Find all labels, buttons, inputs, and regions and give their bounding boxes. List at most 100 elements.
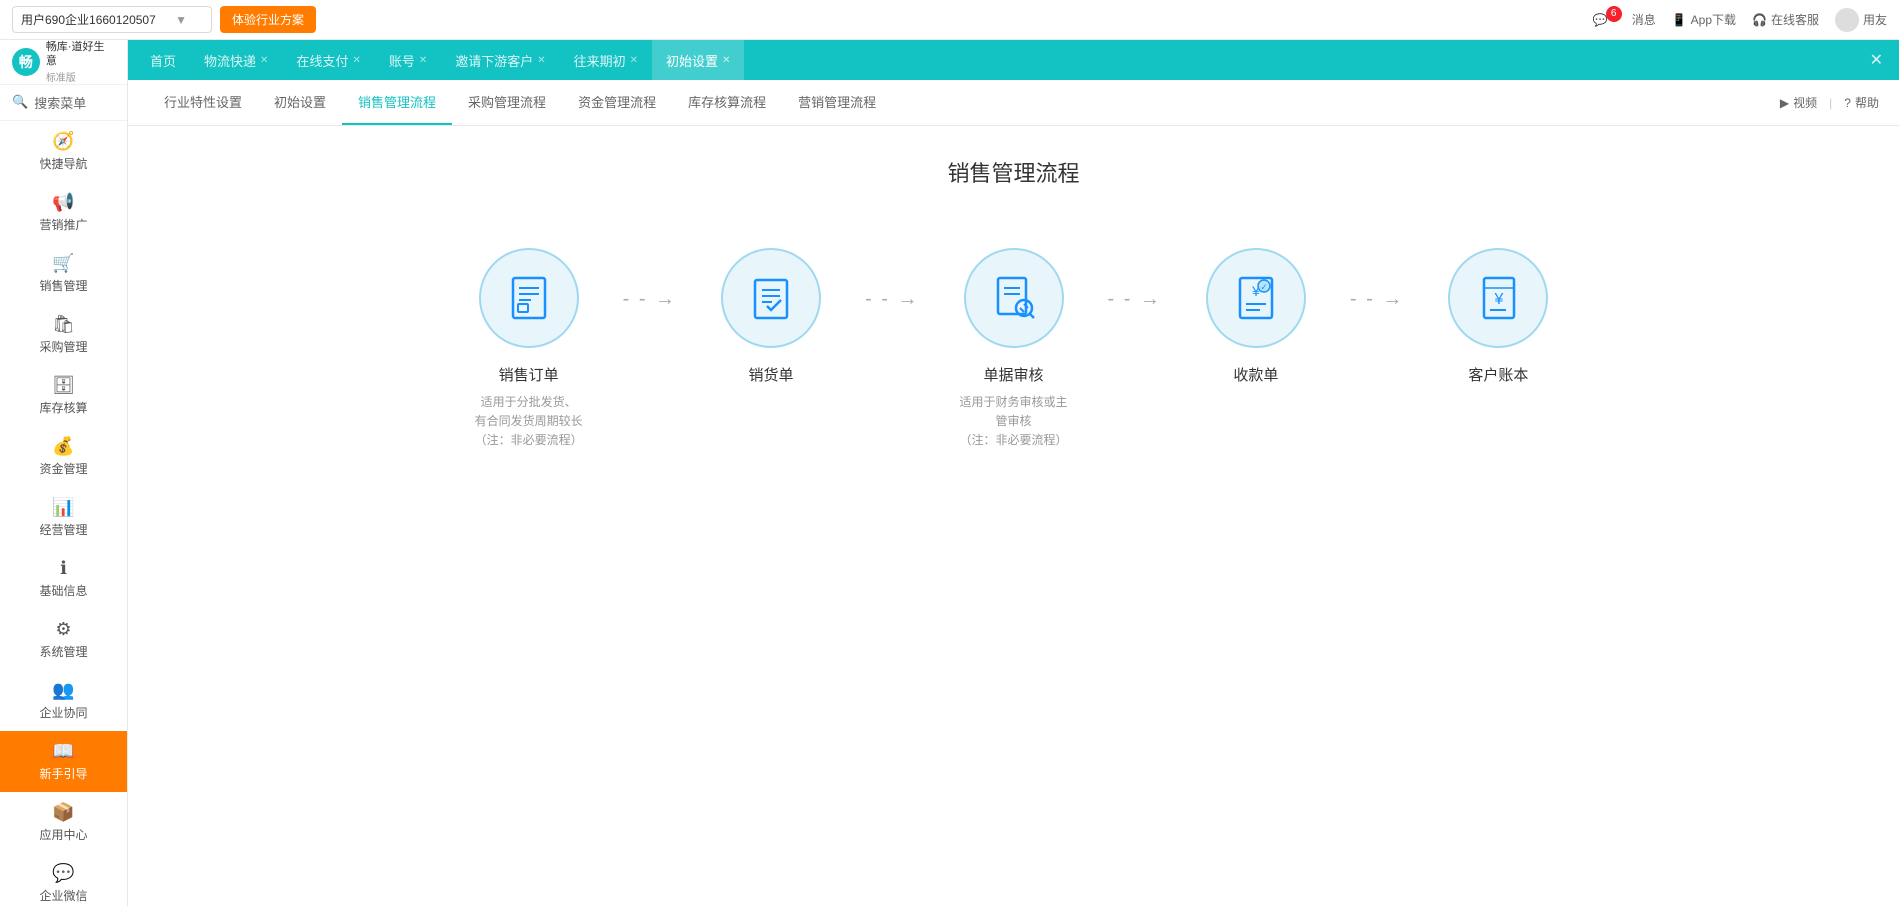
flow-area: 销售管理流程 销售订单 适用于分批发货、有合同发货周期较长（注：非必要流程） -… <box>128 126 1899 481</box>
sidebar-item-资金管理[interactable]: 💰 资金管理 <box>0 426 127 487</box>
sidebar-item-销售管理[interactable]: 🛒 销售管理 <box>0 243 127 304</box>
nav-tabs: 首页物流快递✕在线支付✕账号✕邀请下游客户✕往来期初✕初始设置✕ ✕ <box>128 40 1899 80</box>
close-tab-icon[interactable]: ✕ <box>260 55 268 66</box>
sidebar-nav: 🧭 快捷导航 📢 营销推广 🛒 销售管理 🛍 采购管理 🗄 库存核算 💰 资金管… <box>0 121 127 906</box>
team-icon: 👥 <box>52 680 74 701</box>
avatar <box>1835 8 1859 32</box>
sub-tab-初始设置[interactable]: 初始设置 <box>258 80 342 125</box>
apps-icon: 📦 <box>52 802 74 823</box>
compass-icon: 🧭 <box>52 131 74 152</box>
play-icon: ▶ <box>1780 96 1789 110</box>
video-help-button[interactable]: ▶ 视频 <box>1780 94 1817 111</box>
sidebar-item-企业协同[interactable]: 👥 企业协同 <box>0 670 127 731</box>
flow-arrow-3: - - → <box>1108 248 1162 311</box>
help-button[interactable]: ? 帮助 <box>1844 94 1879 111</box>
guide-icon: 📖 <box>52 741 74 762</box>
sidebar-item-label: 应用中心 <box>39 826 87 843</box>
sidebar-item-label: 库存核算 <box>39 399 87 416</box>
wechat-icon: 💬 <box>52 863 74 884</box>
user-avatar-button[interactable]: 用友 <box>1835 8 1887 32</box>
nav-tabs-container: 首页物流快递✕在线支付✕账号✕邀请下游客户✕往来期初✕初始设置✕ <box>136 40 1862 80</box>
database-icon: 🗄 <box>52 375 75 396</box>
svg-text:✓: ✓ <box>1260 282 1268 292</box>
video-label: 视频 <box>1793 94 1817 111</box>
sidebar-item-label: 营销推广 <box>39 216 87 233</box>
logo-icon: 畅 <box>12 48 40 76</box>
arrow-icon: - - → <box>623 288 677 311</box>
sidebar-item-库存核算[interactable]: 🗄 库存核算 <box>0 365 127 426</box>
trial-button[interactable]: 体验行业方案 <box>220 6 316 33</box>
nav-tab-在线支付[interactable]: 在线支付 ✕ <box>282 40 374 80</box>
sidebar-item-label: 经营管理 <box>39 521 87 538</box>
flow-step-销售订单[interactable]: 销售订单 适用于分批发货、有合同发货周期较长（注：非必要流程） <box>439 248 619 451</box>
message-button[interactable]: 💬 6 消息 <box>1593 11 1656 28</box>
nav-tab-label: 往来期初 <box>574 51 626 70</box>
flow-step-客户账本[interactable]: ¥ 客户账本 <box>1408 248 1588 393</box>
sub-tab-销售管理流程[interactable]: 销售管理流程 <box>342 80 452 125</box>
flow-arrow-2: - - → <box>865 248 919 311</box>
help-label: 帮助 <box>1855 94 1879 111</box>
user-label: 用户690企业1660120507 <box>21 11 156 28</box>
sidebar-item-label: 销售管理 <box>39 277 87 294</box>
sub-tabs-left: 行业特性设置初始设置销售管理流程采购管理流程资金管理流程库存核算流程营销管理流程 <box>148 80 892 125</box>
flow-step-单据审核[interactable]: 单据审核 适用于财务审核或主管审核（注：非必要流程） <box>924 248 1104 451</box>
help-icon: ? <box>1844 96 1851 110</box>
user-selector[interactable]: 用户690企业1660120507 ▼ <box>12 6 212 33</box>
nav-tab-首页[interactable]: 首页 <box>136 40 190 80</box>
sub-tab-营销管理流程[interactable]: 营销管理流程 <box>782 80 892 125</box>
nav-tab-初始设置[interactable]: 初始设置✕ <box>652 40 744 80</box>
logo-area: 畅 畅库·道好生意 标准版 <box>0 40 127 85</box>
flow-arrow-4: - - → <box>1350 248 1404 311</box>
nav-tab-账号[interactable]: 账号✕ <box>375 40 441 80</box>
flow-step-title: 销货单 <box>749 364 794 385</box>
sub-tab-行业特性设置[interactable]: 行业特性设置 <box>148 80 258 125</box>
svg-text:¥: ¥ <box>1494 291 1504 308</box>
sidebar-item-基础信息[interactable]: ℹ 基础信息 <box>0 548 127 609</box>
close-tab-icon[interactable]: ✕ <box>537 55 545 66</box>
sidebar-item-系统管理[interactable]: ⚙ 系统管理 <box>0 609 127 670</box>
message-label: 消息 <box>1632 11 1656 28</box>
nav-tab-label: 在线支付 <box>296 51 348 70</box>
sidebar-item-经营管理[interactable]: 📊 经营管理 <box>0 487 127 548</box>
shopping-bag-icon: 🛍 <box>52 314 75 335</box>
info-icon: ℹ <box>60 558 67 579</box>
nav-tab-label: 邀请下游客户 <box>455 51 533 70</box>
flow-circle-sales-order <box>479 248 579 348</box>
flow-circle-receipt: ¥ ✓ <box>1206 248 1306 348</box>
page-content: 行业特性设置初始设置销售管理流程采购管理流程资金管理流程库存核算流程营销管理流程… <box>128 80 1899 906</box>
top-bar: 用户690企业1660120507 ▼ 体验行业方案 💬 6 消息 📱 App下… <box>0 0 1899 40</box>
search-menu-item[interactable]: 🔍 搜索菜单 <box>0 85 127 121</box>
flow-step-销货单[interactable]: 销货单 <box>681 248 861 393</box>
sidebar-item-企业微信[interactable]: 💬 企业微信 <box>0 853 127 906</box>
main-layout: 畅 畅库·道好生意 标准版 🔍 搜索菜单 🧭 快捷导航 📢 营销推广 🛒 销售管… <box>0 40 1899 906</box>
sidebar-item-应用中心[interactable]: 📦 应用中心 <box>0 792 127 853</box>
nav-tab-往来期初[interactable]: 往来期初 ✕ <box>560 40 652 80</box>
nav-tab-邀请下游客户[interactable]: 邀请下游客户 ✕ <box>441 40 559 80</box>
sub-tab-采购管理流程[interactable]: 采购管理流程 <box>452 80 562 125</box>
flow-title: 销售管理流程 <box>168 156 1859 188</box>
close-tab-icon[interactable]: ✕ <box>419 55 427 66</box>
flow-circle-delivery <box>721 248 821 348</box>
nav-tab-物流快递[interactable]: 物流快递✕ <box>190 40 282 80</box>
app-download-button[interactable]: 📱 App下载 <box>1672 11 1736 28</box>
sub-tab-库存核算流程[interactable]: 库存核算流程 <box>672 80 782 125</box>
sidebar-item-label: 资金管理 <box>39 460 87 477</box>
sidebar-item-快捷导航[interactable]: 🧭 快捷导航 <box>0 121 127 182</box>
sidebar-item-采购管理[interactable]: 🛍 采购管理 <box>0 304 127 365</box>
top-bar-left: 用户690企业1660120507 ▼ 体验行业方案 <box>12 6 316 33</box>
flow-step-title: 单据审核 <box>983 364 1043 385</box>
sidebar-item-新手引导[interactable]: 📖 新手引导 <box>0 731 127 792</box>
sub-tab-资金管理流程[interactable]: 资金管理流程 <box>562 80 672 125</box>
settings-icon: ⚙ <box>55 619 71 640</box>
online-service-button[interactable]: 🎧 在线客服 <box>1752 11 1819 28</box>
flow-step-收款单[interactable]: ¥ ✓ 收款单 <box>1166 248 1346 393</box>
close-tab-icon[interactable]: ✕ <box>630 55 638 66</box>
close-tab-icon[interactable]: ✕ <box>722 55 730 66</box>
search-icon: 🔍 <box>12 94 28 110</box>
arrow-icon: - - → <box>1350 288 1404 311</box>
search-menu-label: 搜索菜单 <box>34 93 86 112</box>
sidebar-item-营销推广[interactable]: 📢 营销推广 <box>0 182 127 243</box>
close-all-button[interactable]: ✕ <box>1862 50 1891 70</box>
close-tab-icon[interactable]: ✕ <box>352 55 360 66</box>
flow-step-title: 客户账本 <box>1468 364 1528 385</box>
